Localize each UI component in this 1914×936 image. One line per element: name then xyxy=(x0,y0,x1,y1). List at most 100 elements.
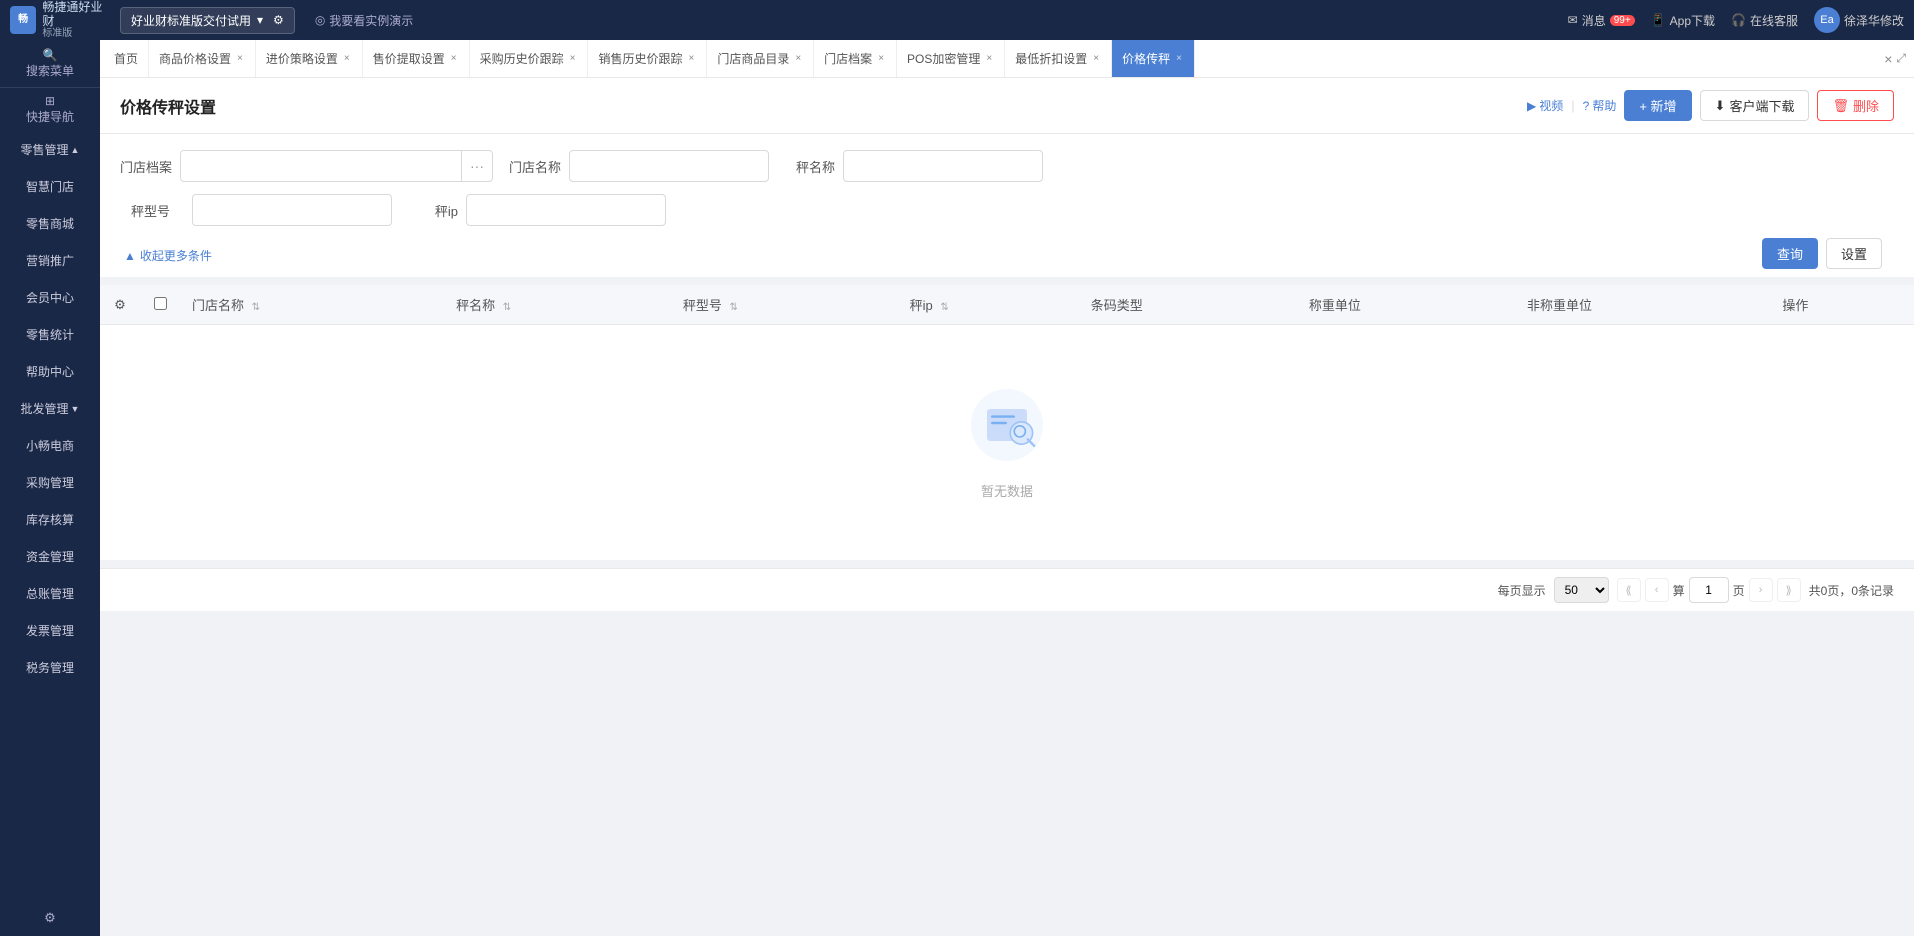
tab-expand-icon[interactable]: ⤢ xyxy=(1896,51,1906,66)
store-name-input[interactable] xyxy=(569,150,769,182)
tab-min-discount-close[interactable]: × xyxy=(1091,52,1101,65)
tab-store-catalog-label: 门店商品目录 xyxy=(717,50,789,67)
store-file-input[interactable] xyxy=(181,150,461,182)
scale-name-label: 秤名称 xyxy=(785,157,835,176)
tab-price-setting-close[interactable]: × xyxy=(235,52,245,65)
selector-settings-icon[interactable]: ⚙ xyxy=(273,13,284,27)
tab-pos-manage[interactable]: POS加密管理 × xyxy=(897,40,1005,78)
sidebar-item-retail-stats[interactable]: 零售统计 xyxy=(0,316,100,353)
scale-name-input[interactable] xyxy=(843,150,1043,182)
sidebar-item-retail-mall[interactable]: 零售商城 xyxy=(0,205,100,242)
demo-link[interactable]: ◎ 我要看实例演示 xyxy=(315,12,414,29)
tab-purchase-strategy-label: 进价策略设置 xyxy=(266,50,338,67)
empty-state: 暂无数据 xyxy=(100,325,1914,560)
tab-store-file[interactable]: 门店档案 × xyxy=(814,40,897,78)
sidebar-item-wholesale-manage[interactable]: 批发管理 ▼ xyxy=(0,390,100,427)
wholesale-manage-label: 批发管理 xyxy=(21,400,69,417)
th-scale-model-sort[interactable]: ⇅ xyxy=(729,302,737,313)
th-weight-unit-label: 称重单位 xyxy=(1309,298,1361,313)
sidebar-item-tax-manage[interactable]: 税务管理 xyxy=(0,649,100,686)
filter-settings-button[interactable]: 设置 xyxy=(1826,238,1882,269)
retail-manage-label: 零售管理 xyxy=(21,141,69,158)
sidebar-quick-nav[interactable]: ⊞ 快捷导航 xyxy=(0,88,100,131)
th-non-weight-unit-label: 非称重单位 xyxy=(1527,298,1592,313)
select-all-checkbox[interactable] xyxy=(154,297,167,310)
sidebar-item-member-center[interactable]: 会员中心 xyxy=(0,279,100,316)
app-download-button[interactable]: 📱 App下载 xyxy=(1651,12,1715,29)
sidebar-item-help-center[interactable]: 帮助中心 xyxy=(0,353,100,390)
user-initials: Ea xyxy=(1820,14,1833,26)
last-page-button[interactable]: ⟫ xyxy=(1777,578,1801,602)
tab-store-file-close[interactable]: × xyxy=(876,52,886,65)
first-page-button[interactable]: ⟪ xyxy=(1617,578,1641,602)
video-label: 视频 xyxy=(1539,97,1563,114)
next-page-button[interactable]: › xyxy=(1749,578,1773,602)
th-scale-ip-sort[interactable]: ⇅ xyxy=(940,302,948,313)
tab-close-all-icon[interactable]: × xyxy=(1884,51,1892,67)
tab-price-scale[interactable]: 价格传秤 × xyxy=(1112,40,1195,78)
app-version: 标准版 xyxy=(42,28,110,40)
th-settings[interactable]: ⚙ xyxy=(100,285,140,325)
sidebar-search[interactable]: 🔍 搜索菜单 xyxy=(0,40,100,88)
tab-min-discount[interactable]: 最低折扣设置 × xyxy=(1005,40,1112,78)
sidebar-item-invoice-manage[interactable]: 发票管理 xyxy=(0,612,100,649)
tab-price-scale-close[interactable]: × xyxy=(1174,52,1184,65)
smart-store-label: 智慧门店 xyxy=(26,178,74,195)
nav-icon: ⊞ xyxy=(45,94,55,108)
per-page-select[interactable]: 10 20 50 100 xyxy=(1554,577,1609,603)
sidebar-item-inventory[interactable]: 库存核算 xyxy=(0,501,100,538)
column-settings-icon[interactable]: ⚙ xyxy=(114,297,126,312)
search-icon: 🔍 xyxy=(43,48,58,62)
tab-store-catalog[interactable]: 门店商品目录 × xyxy=(707,40,814,78)
help-link[interactable]: ? 帮助 xyxy=(1583,97,1617,114)
message-icon: ✉ xyxy=(1568,13,1578,27)
collapse-button[interactable]: ▲ 收起更多条件 xyxy=(120,243,216,268)
tab-sale-price[interactable]: 售价提取设置 × xyxy=(363,40,470,78)
filter-action-buttons: 查询 设置 xyxy=(1762,238,1882,269)
tab-purchase-history[interactable]: 采购历史价跟踪 × xyxy=(470,40,589,78)
sidebar-settings-button[interactable]: ⚙ xyxy=(0,900,100,936)
store-file-dots-btn[interactable]: ··· xyxy=(461,151,492,181)
sidebar-item-purchase-manage[interactable]: 采购管理 xyxy=(0,464,100,501)
delete-button[interactable]: 🗑 删除 xyxy=(1817,90,1894,121)
video-icon: ▶ xyxy=(1527,99,1536,113)
tab-purchase-strategy[interactable]: 进价策略设置 × xyxy=(256,40,363,78)
user-menu[interactable]: Ea 徐泽华修改 xyxy=(1814,7,1904,33)
sidebar-item-smart-store[interactable]: 智慧门店 xyxy=(0,168,100,205)
prev-page-button[interactable]: ‹ xyxy=(1645,578,1669,602)
add-button[interactable]: + 新增 xyxy=(1624,90,1691,121)
tab-home[interactable]: 首页 xyxy=(104,40,149,78)
sidebar-item-small-ecom[interactable]: 小畅电商 xyxy=(0,427,100,464)
tab-sale-history-close[interactable]: × xyxy=(686,52,696,65)
query-button[interactable]: 查询 xyxy=(1762,238,1818,269)
collapse-label: 收起更多条件 xyxy=(140,247,212,264)
empty-state-icon xyxy=(967,385,1047,465)
sidebar-item-fund-manage[interactable]: 资金管理 xyxy=(0,538,100,575)
tab-purchase-strategy-close[interactable]: × xyxy=(342,52,352,65)
sidebar-item-marketing[interactable]: 营销推广 xyxy=(0,242,100,279)
scale-ip-input[interactable] xyxy=(466,194,666,226)
selector-label: 好业财标准版交付试用 xyxy=(131,12,251,29)
th-store-name-sort[interactable]: ⇅ xyxy=(252,302,260,313)
tab-purchase-history-close[interactable]: × xyxy=(568,52,578,65)
tab-store-catalog-close[interactable]: × xyxy=(793,52,803,65)
scale-model-input[interactable] xyxy=(192,194,392,226)
tab-bar-controls: × ⤢ xyxy=(1884,51,1910,67)
tab-sale-history[interactable]: 销售历史价跟踪 × xyxy=(588,40,707,78)
tab-sale-price-close[interactable]: × xyxy=(449,52,459,65)
page-input[interactable] xyxy=(1689,577,1729,603)
th-scale-model: 秤型号 ⇅ xyxy=(671,285,898,325)
sidebar-item-retail-manage[interactable]: 零售管理 ▲ xyxy=(0,131,100,168)
tab-price-setting[interactable]: 商品价格设置 × xyxy=(149,40,256,78)
video-link[interactable]: ▶ 视频 xyxy=(1527,97,1563,114)
tab-pos-manage-close[interactable]: × xyxy=(984,52,994,65)
per-page-label: 每页显示 xyxy=(1498,582,1546,599)
tab-price-setting-label: 商品价格设置 xyxy=(159,50,231,67)
page-nav: ⟪ ‹ 算 页 › ⟫ xyxy=(1617,577,1801,603)
th-scale-name-sort[interactable]: ⇅ xyxy=(503,302,511,313)
download-button[interactable]: ⬇ 客户端下载 xyxy=(1700,90,1810,121)
version-selector[interactable]: 好业财标准版交付试用 ▾ ⚙ xyxy=(120,7,295,34)
online-service-button[interactable]: 🎧 在线客服 xyxy=(1731,12,1798,29)
sidebar-item-general-ledger[interactable]: 总账管理 xyxy=(0,575,100,612)
message-button[interactable]: ✉ 消息 99+ xyxy=(1568,12,1635,29)
